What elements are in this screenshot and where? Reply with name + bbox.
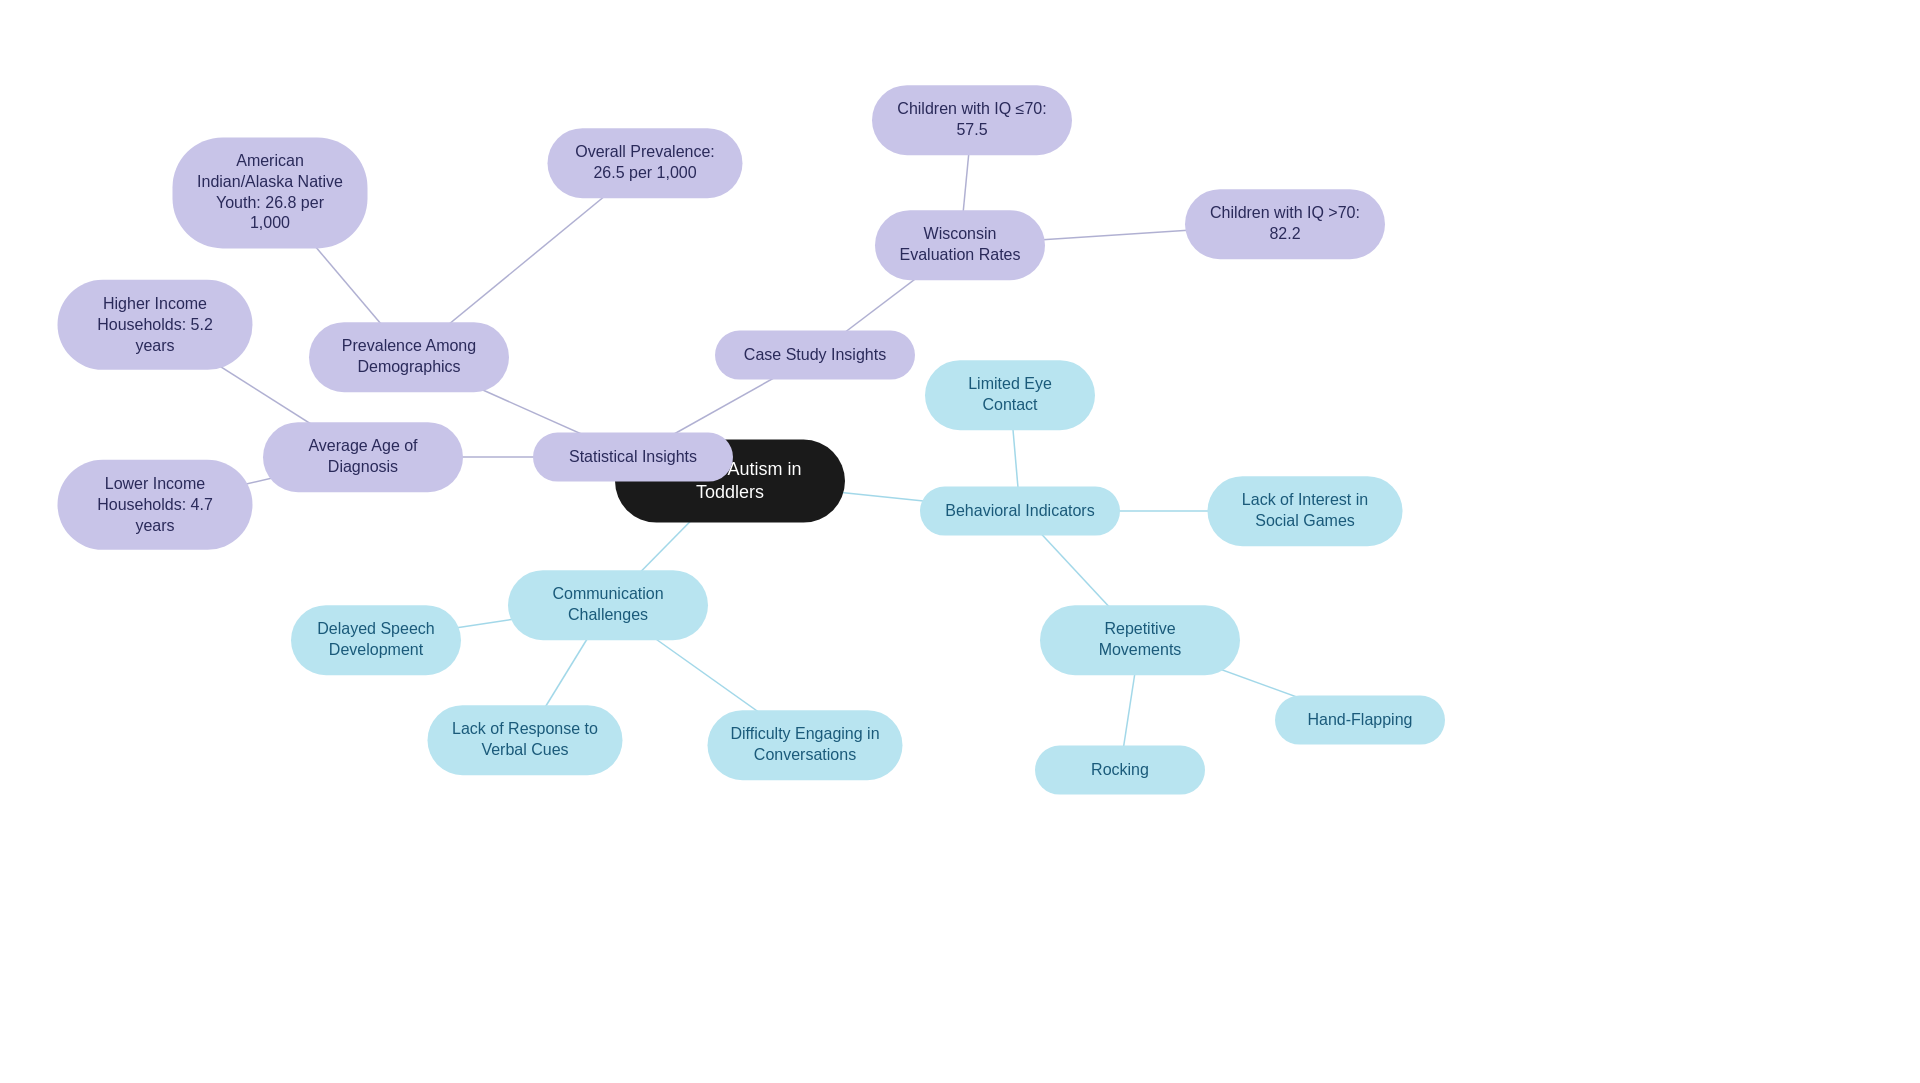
node-lowerIncome: Lower Income Households: 4.7 years <box>58 460 253 550</box>
node-lackResponseVerbal: Lack of Response to Verbal Cues <box>428 705 623 775</box>
node-lackInterestSocialGames: Lack of Interest in Social Games <box>1208 476 1403 546</box>
node-repetitiveMovements: Repetitive Movements <box>1040 605 1240 675</box>
node-childrenIQLow: Children with IQ ≤70: 57.5 <box>872 85 1072 155</box>
node-behavioralIndicators: Behavioral Indicators <box>920 487 1120 536</box>
node-overallPrevalence: Overall Prevalence: 26.5 per 1,000 <box>548 128 743 198</box>
node-statisticalInsights: Statistical Insights <box>533 433 733 482</box>
node-caseStudyInsights: Case Study Insights <box>715 331 915 380</box>
node-limitedEyeContact: Limited Eye Contact <box>925 360 1095 430</box>
node-prevalenceDemographics: Prevalence Among Demographics <box>309 322 509 392</box>
node-difficultyEngaging: Difficulty Engaging in Conversations <box>708 710 903 780</box>
node-delayedSpeech: Delayed Speech Development <box>291 605 461 675</box>
mindmap-container: Signs of Autism in ToddlersStatistical I… <box>0 0 1920 1083</box>
node-americanIndian: American Indian/Alaska Native Youth: 26.… <box>173 137 368 248</box>
node-wisconsinEval: Wisconsin Evaluation Rates <box>875 210 1045 280</box>
node-higherIncome: Higher Income Households: 5.2 years <box>58 280 253 370</box>
node-averageAgeDiagnosis: Average Age of Diagnosis <box>263 422 463 492</box>
node-rocking: Rocking <box>1035 746 1205 795</box>
node-handFlapping: Hand-Flapping <box>1275 696 1445 745</box>
node-communicationChallenges: Communication Challenges <box>508 570 708 640</box>
node-childrenIQHigh: Children with IQ >70: 82.2 <box>1185 189 1385 259</box>
